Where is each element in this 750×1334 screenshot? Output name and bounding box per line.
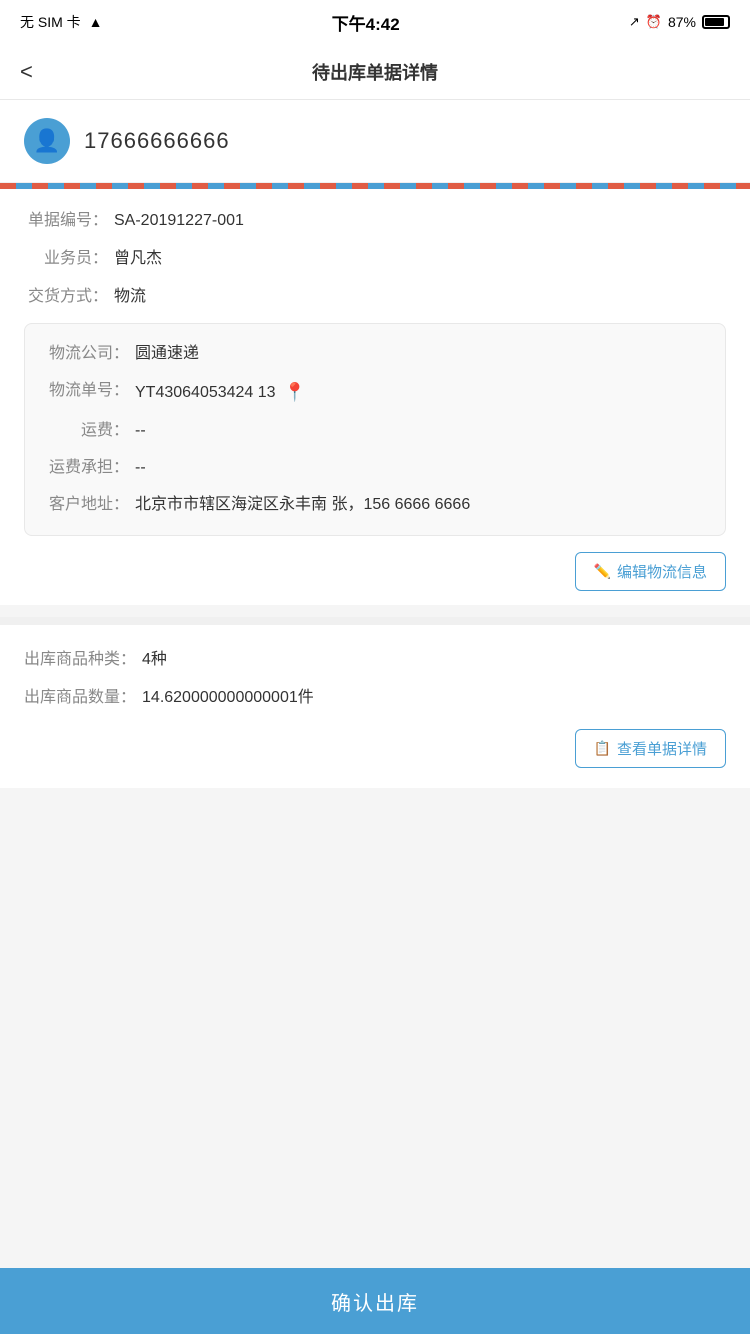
edit-icon: ✏️ xyxy=(594,563,611,580)
nav-bar: < 待出库单据详情 xyxy=(0,44,750,100)
company-label: 物流公司： xyxy=(45,342,135,366)
goods-types-label: 出库商品种类： xyxy=(24,645,142,669)
person-icon: 👤 xyxy=(33,128,60,154)
view-detail-button[interactable]: 📋 查看单据详情 xyxy=(575,729,726,768)
status-right: ↗ ⏰ 87% xyxy=(629,14,730,30)
wifi-icon: ▲ xyxy=(89,14,103,30)
freight-bearer-row: 运费承担： -- xyxy=(45,456,705,480)
customer-header: 👤 17666666666 xyxy=(0,100,750,183)
edit-logistics-button[interactable]: ✏️ 编辑物流信息 xyxy=(575,552,726,591)
address-value: 北京市市辖区海淀区永丰南 张，156 6666 6666 xyxy=(135,493,705,517)
delivery-value: 物流 xyxy=(114,285,726,309)
address-row: 客户地址： 北京市市辖区海淀区永丰南 张，156 6666 6666 xyxy=(45,493,705,517)
freight-value: -- xyxy=(135,419,705,443)
logistics-card: 物流公司： 圆通速递 物流单号： YT43064053424 13 📍 运费： … xyxy=(24,323,726,536)
section-divider xyxy=(0,617,750,625)
view-detail-row: 📋 查看单据详情 xyxy=(24,721,726,772)
map-pin-icon[interactable]: 📍 xyxy=(284,379,306,406)
battery-text: 87% xyxy=(668,14,696,30)
freight-bearer-label: 运费承担： xyxy=(45,456,135,480)
order-info-section: 单据编号： SA-20191227-001 业务员： 曾凡杰 交货方式： 物流 … xyxy=(0,189,750,605)
bottom-padding xyxy=(0,788,750,868)
list-icon: 📋 xyxy=(594,740,611,757)
delivery-row: 交货方式： 物流 xyxy=(24,285,726,309)
freight-row: 运费： -- xyxy=(45,419,705,443)
tracking-value: YT43064053424 13 📍 xyxy=(135,379,705,406)
staff-row: 业务员： 曾凡杰 xyxy=(24,247,726,271)
location-icon: ↗ xyxy=(629,14,640,30)
address-label: 客户地址： xyxy=(45,493,135,517)
status-left: 无 SIM 卡 ▲ xyxy=(20,12,103,32)
staff-label: 业务员： xyxy=(24,247,114,271)
battery-icon xyxy=(702,15,730,29)
customer-phone: 17666666666 xyxy=(84,128,230,154)
alarm-icon: ⏰ xyxy=(646,14,662,30)
status-bar: 无 SIM 卡 ▲ 下午4:42 ↗ ⏰ 87% xyxy=(0,0,750,44)
tracking-label: 物流单号： xyxy=(45,379,135,403)
status-time: 下午4:42 xyxy=(332,10,400,35)
company-value: 圆通速递 xyxy=(135,342,705,366)
sim-label: 无 SIM 卡 xyxy=(20,12,81,32)
freight-bearer-value: -- xyxy=(135,456,705,480)
order-no-value: SA-20191227-001 xyxy=(114,209,726,233)
confirm-button-text: 确认出库 xyxy=(331,1287,419,1316)
goods-types-row: 出库商品种类： 4种 xyxy=(24,645,726,669)
order-no-label: 单据编号： xyxy=(24,209,114,233)
goods-types-value: 4种 xyxy=(142,645,167,669)
back-button[interactable]: < xyxy=(20,51,41,93)
tracking-row: 物流单号： YT43064053424 13 📍 xyxy=(45,379,705,406)
goods-quantity-label: 出库商品数量： xyxy=(24,683,142,707)
goods-quantity-value: 14.620000000000001件 xyxy=(142,683,314,707)
main-content: 👤 17666666666 单据编号： SA-20191227-001 业务员：… xyxy=(0,100,750,1000)
confirm-bar[interactable]: 确认出库 xyxy=(0,1268,750,1334)
avatar: 👤 xyxy=(24,118,70,164)
company-row: 物流公司： 圆通速递 xyxy=(45,342,705,366)
page-title: 待出库单据详情 xyxy=(312,59,438,85)
goods-quantity-row: 出库商品数量： 14.620000000000001件 xyxy=(24,683,726,707)
freight-label: 运费： xyxy=(45,419,135,443)
goods-section: 出库商品种类： 4种 出库商品数量： 14.620000000000001件 📋… xyxy=(0,625,750,788)
delivery-label: 交货方式： xyxy=(24,285,114,309)
edit-btn-row: ✏️ 编辑物流信息 xyxy=(24,552,726,595)
staff-value: 曾凡杰 xyxy=(114,247,726,271)
order-no-row: 单据编号： SA-20191227-001 xyxy=(24,209,726,233)
